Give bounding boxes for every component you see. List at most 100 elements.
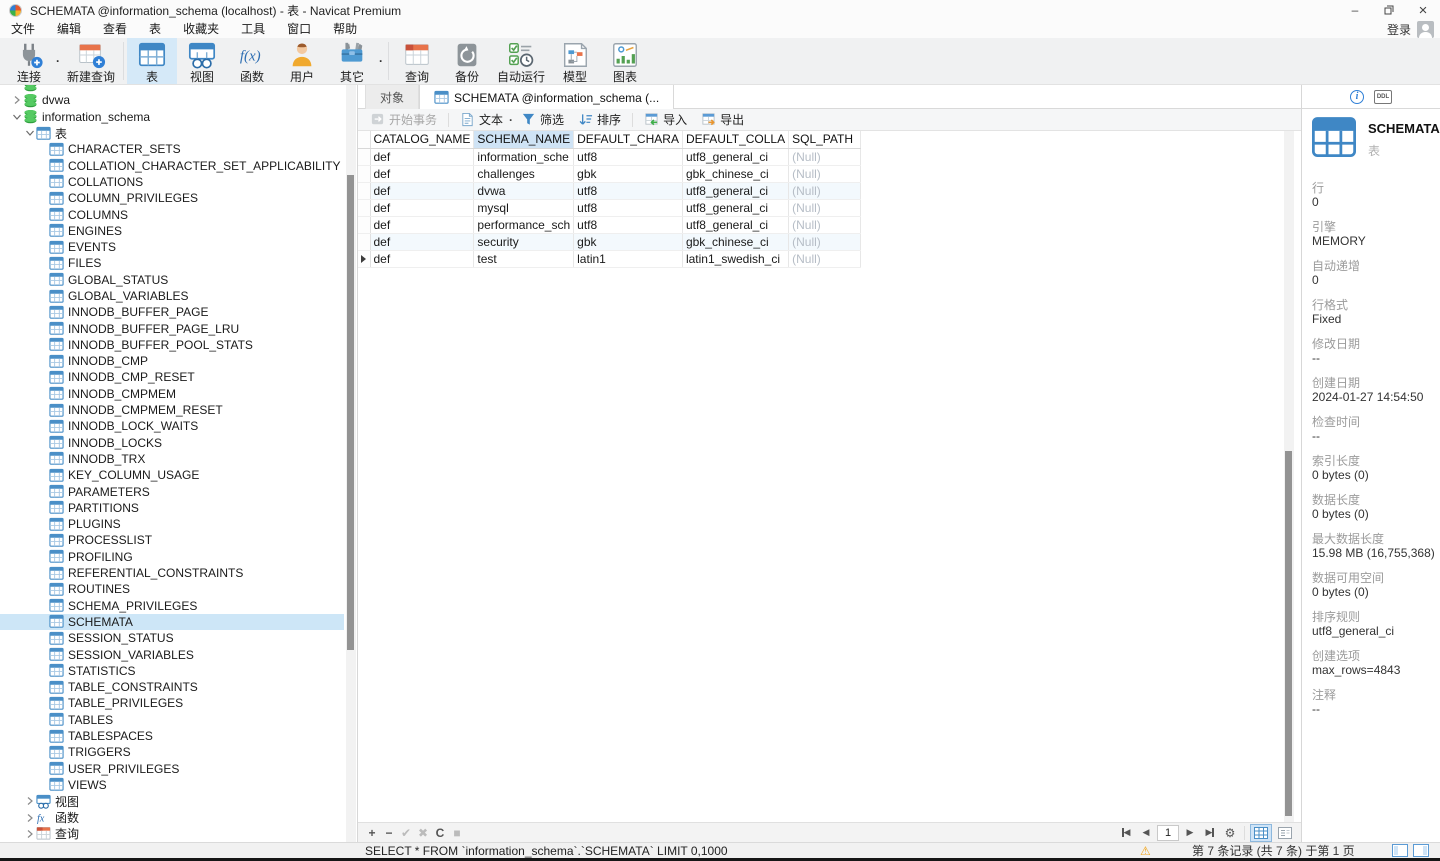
tree-item-table-INNODB_LOCKS[interactable]: INNODB_LOCKS [0,435,344,451]
grid-cell[interactable]: mysql [474,199,574,216]
close-button[interactable]: × [1406,0,1440,20]
tree-item-table-INNODB_LOCK_WAITS[interactable]: INNODB_LOCK_WAITS [0,418,344,434]
last-page-icon[interactable]: ▶ [1201,825,1219,841]
tree-item-table-USER_PRIVILEGES[interactable]: USER_PRIVILEGES [0,760,344,776]
grid-cell[interactable]: utf8 [574,182,683,199]
current-row-indicator[interactable] [358,250,370,267]
page-number-input[interactable]: 1 [1157,825,1179,841]
grid-cell[interactable]: (Null) [789,182,861,199]
menu-item-1[interactable]: 文件 [0,20,46,38]
tree-item-table-INNODB_CMPMEM[interactable]: INNODB_CMPMEM [0,386,344,402]
grid-cell[interactable]: utf8_general_ci [682,199,788,216]
object-toolbar-文本[interactable]: 文本 [454,110,509,130]
refresh-icon[interactable]: C [433,826,447,840]
column-header-SCHEMA_NAME[interactable]: SCHEMA_NAME [474,131,574,148]
info-icon[interactable]: i [1350,90,1364,104]
grid-cell[interactable]: def [370,199,474,216]
toggle-left-panel-icon[interactable] [1392,844,1408,857]
grid-cell[interactable]: security [474,233,574,250]
object-toolbar-导入[interactable]: 导入 [638,110,693,130]
form-view-toggle[interactable] [1274,824,1296,842]
grid-cell[interactable]: utf8_general_ci [682,182,788,199]
grid-scrollbar[interactable] [1284,131,1294,822]
grid-cell[interactable]: utf8 [574,199,683,216]
login-button[interactable]: 登录 [1387,21,1411,38]
chevron-right-icon[interactable] [23,811,36,824]
chevron-right-icon[interactable] [10,94,23,107]
tree-item-table-INNODB_TRX[interactable]: INNODB_TRX [0,451,344,467]
tree-item-table-INNODB_BUFFER_PAGE_LRU[interactable]: INNODB_BUFFER_PAGE_LRU [0,320,344,336]
toolbar-button-查询[interactable]: 查询 [392,38,442,84]
object-toolbar-导出[interactable]: 导出 [695,110,750,130]
pagination-settings-icon[interactable]: ⚙ [1221,826,1239,840]
toolbar-button-视图[interactable]: 视图 [177,38,227,84]
dropdown-indicator-icon[interactable]: · [377,38,385,84]
grid-cell[interactable]: dvwa [474,182,574,199]
tree-item-table-SCHEMA_PRIVILEGES[interactable]: SCHEMA_PRIVILEGES [0,598,344,614]
grid-cell[interactable]: gbk_chinese_ci [682,165,788,182]
grid-cell[interactable]: def [370,165,474,182]
tree-item-table-PARAMETERS[interactable]: PARAMETERS [0,483,344,499]
tree-item-table-INNODB_CMP[interactable]: INNODB_CMP [0,353,344,369]
chevron-down-icon[interactable] [10,110,23,123]
tab-objects[interactable]: 对象 [365,85,419,109]
menu-item-7[interactable]: 窗口 [276,20,322,38]
tree-item-table-COLUMN_PRIVILEGES[interactable]: COLUMN_PRIVILEGES [0,190,344,206]
row-gutter[interactable] [358,199,370,216]
add-record-icon[interactable]: + [365,826,379,840]
tree-item-table-INNODB_BUFFER_PAGE[interactable]: INNODB_BUFFER_PAGE [0,304,344,320]
tree-item-table-COLUMNS[interactable]: COLUMNS [0,206,344,222]
tree-item-table-SESSION_VARIABLES[interactable]: SESSION_VARIABLES [0,646,344,662]
menu-item-4[interactable]: 表 [138,20,172,38]
dropdown-indicator-icon[interactable]: · [54,38,62,84]
toolbar-button-自动运行[interactable]: 自动运行 [492,38,550,84]
grid-cell[interactable]: def [370,250,474,267]
toolbar-button-备份[interactable]: 备份 [442,38,492,84]
grid-cell[interactable]: gbk [574,233,683,250]
row-gutter[interactable] [358,148,370,165]
toolbar-button-模型[interactable]: 模型 [550,38,600,84]
grid-cell[interactable]: (Null) [789,250,861,267]
tree-item-table-PLUGINS[interactable]: PLUGINS [0,516,344,532]
grid-cell[interactable]: gbk [574,165,683,182]
tree-item-table-COLLATIONS[interactable]: COLLATIONS [0,174,344,190]
tree-item-table-GLOBAL_VARIABLES[interactable]: GLOBAL_VARIABLES [0,288,344,304]
tree-item-table-ENGINES[interactable]: ENGINES [0,223,344,239]
menu-item-2[interactable]: 编辑 [46,20,92,38]
grid-view-toggle[interactable] [1250,824,1272,842]
column-header-CATALOG_NAME[interactable]: CATALOG_NAME [370,131,474,148]
tree-item-table-ROUTINES[interactable]: ROUTINES [0,581,344,597]
tree-item-table-TABLE_PRIVILEGES[interactable]: TABLE_PRIVILEGES [0,695,344,711]
grid-cell[interactable]: utf8_general_ci [682,216,788,233]
tree-item-table-TRIGGERS[interactable]: TRIGGERS [0,744,344,760]
tree-item-table-VIEWS[interactable]: VIEWS [0,777,344,793]
toolbar-button-其它[interactable]: 其它 [327,38,377,84]
tree-item-table-PARTITIONS[interactable]: PARTITIONS [0,500,344,516]
column-header-SQL_PATH[interactable]: SQL_PATH [789,131,861,148]
grid-cell[interactable]: latin1 [574,250,683,267]
tab-schemata[interactable]: SCHEMATA @information_schema (... [419,85,674,110]
object-toolbar-筛选[interactable]: 筛选 [515,110,570,130]
grid-cell[interactable]: def [370,182,474,199]
dropdown-indicator-icon[interactable]: · [509,113,513,127]
tree-item-table-SESSION_STATUS[interactable]: SESSION_STATUS [0,630,344,646]
chevron-right-icon[interactable] [23,827,36,840]
grid-cell[interactable]: (Null) [789,216,861,233]
tree-item-table-INNODB_CMPMEM_RESET[interactable]: INNODB_CMPMEM_RESET [0,402,344,418]
tree-item-table-FILES[interactable]: FILES [0,255,344,271]
tree-item-table-PROCESSLIST[interactable]: PROCESSLIST [0,532,344,548]
menu-item-3[interactable]: 查看 [92,20,138,38]
grid-cell[interactable]: challenges [474,165,574,182]
grid-cell[interactable]: utf8 [574,148,683,165]
tree-item-函数[interactable]: fx 函数 [0,809,344,825]
grid-cell[interactable]: gbk_chinese_ci [682,233,788,250]
chevron-down-icon[interactable] [23,127,36,140]
prev-page-icon[interactable]: ◀ [1137,825,1155,841]
grid-cell[interactable]: def [370,216,474,233]
tree-item-table-CHARACTER_SETS[interactable]: CHARACTER_SETS [0,141,344,157]
grid-cell[interactable]: test [474,250,574,267]
tree-item-table-EVENTS[interactable]: EVENTS [0,239,344,255]
grid-cell[interactable]: performance_sch [474,216,574,233]
grid-cell[interactable]: information_sche [474,148,574,165]
tree-item-table-SCHEMATA[interactable]: SCHEMATA [0,614,344,630]
